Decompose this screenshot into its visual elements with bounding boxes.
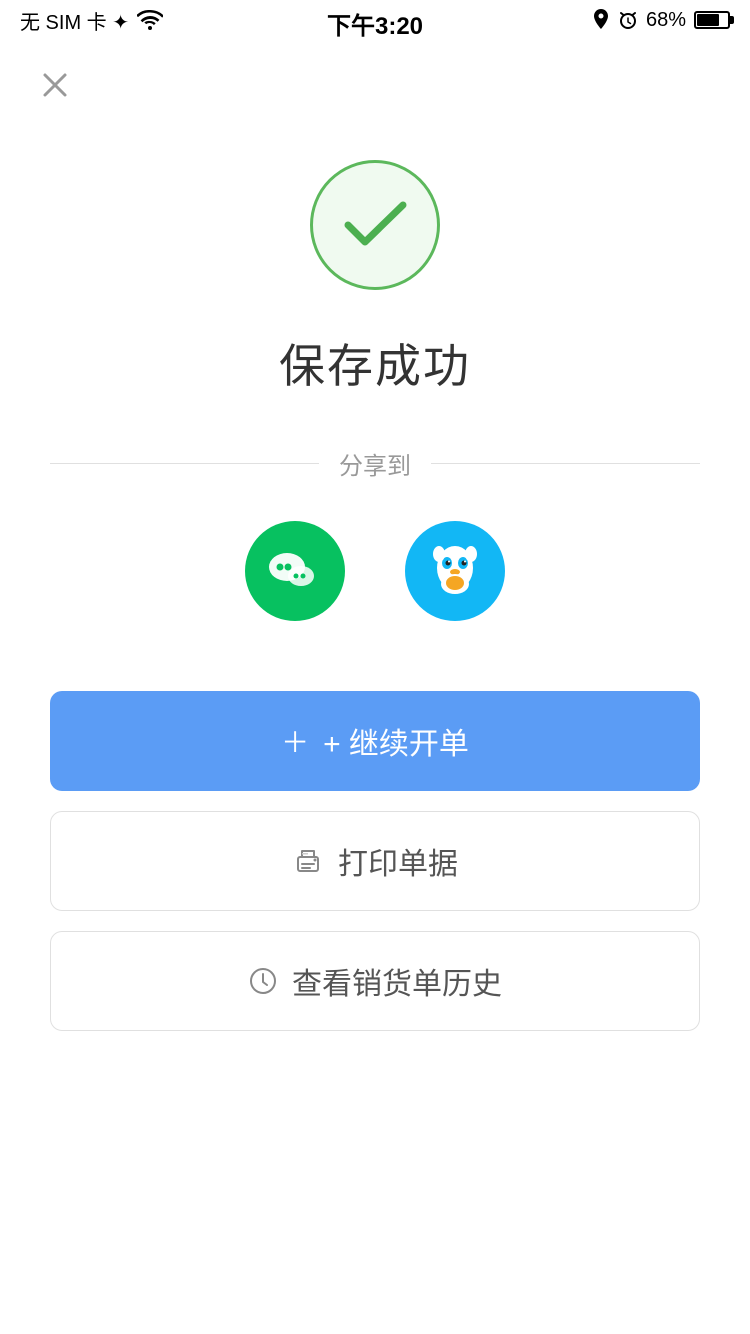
action-buttons: ＋ + 继续开单 打印单据 查看销货单历史 [50, 691, 700, 1031]
battery-icon [694, 11, 730, 29]
plus-icon: ＋ [281, 721, 309, 761]
status-bar: 无 SIM 卡 ✦ 下午3:20 68% [0, 0, 750, 40]
location-icon [592, 9, 610, 31]
printer-icon [292, 845, 324, 877]
divider-right [431, 463, 700, 464]
share-label: 分享到 [339, 446, 411, 481]
share-divider: 分享到 [50, 446, 700, 481]
share-icons-row [245, 521, 505, 621]
battery-percent: 68% [646, 9, 686, 32]
success-circle [310, 160, 440, 290]
print-label: 打印单据 [338, 839, 458, 883]
continue-order-label: + 继续开单 [323, 719, 469, 763]
qq-icon [425, 536, 485, 606]
status-right: 68% [592, 9, 730, 32]
divider-left [50, 463, 319, 464]
alarm-icon [618, 10, 638, 30]
wifi-icon [137, 10, 163, 30]
success-title: 保存成功 [279, 330, 471, 396]
wechat-share-button[interactable] [245, 521, 345, 621]
main-content: 保存成功 分享到 [0, 110, 750, 1334]
status-left: 无 SIM 卡 ✦ [20, 6, 163, 35]
close-button[interactable] [30, 60, 80, 110]
no-sim-text: 无 SIM 卡 ✦ [20, 6, 129, 35]
status-time: 下午3:20 [327, 6, 423, 41]
qq-share-button[interactable] [405, 521, 505, 621]
wechat-icon [266, 546, 324, 596]
history-label: 查看销货单历史 [292, 959, 502, 1003]
close-area [0, 40, 750, 110]
checkmark-icon [343, 200, 408, 250]
continue-order-button[interactable]: ＋ + 继续开单 [50, 691, 700, 791]
clock-icon [248, 966, 278, 996]
history-button[interactable]: 查看销货单历史 [50, 931, 700, 1031]
close-x-icon [41, 71, 69, 99]
print-button[interactable]: 打印单据 [50, 811, 700, 911]
